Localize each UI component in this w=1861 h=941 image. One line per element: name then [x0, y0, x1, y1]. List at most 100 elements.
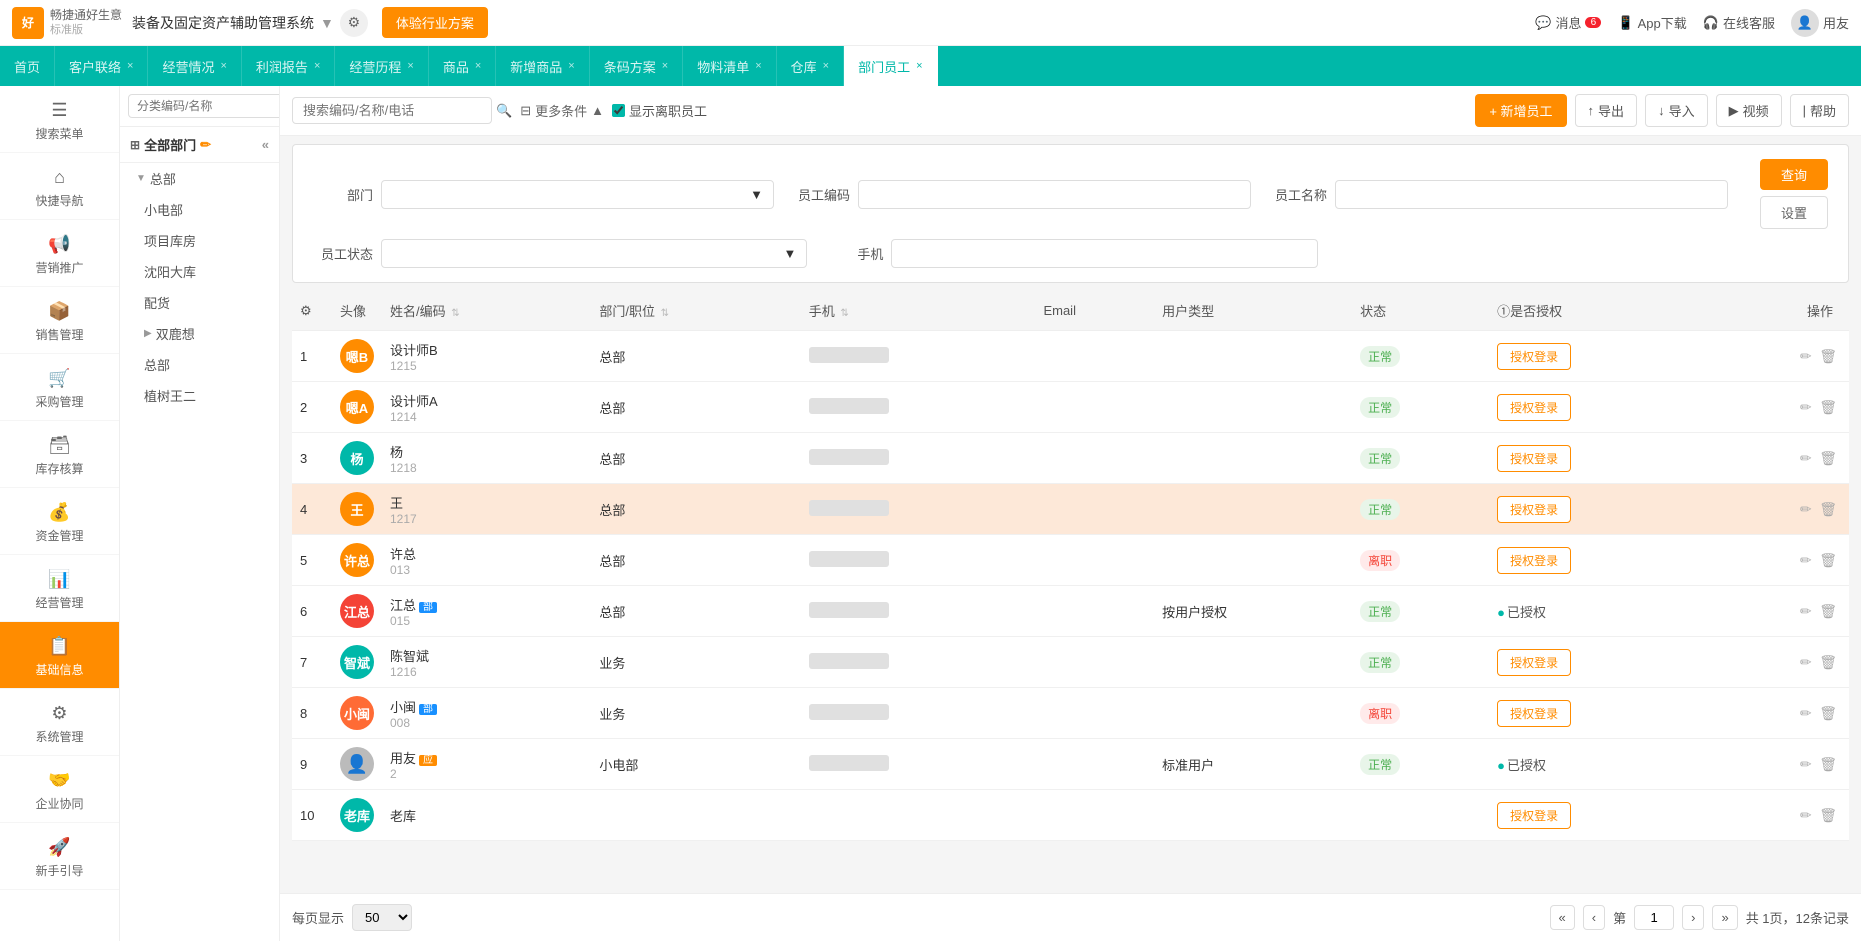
edit-button[interactable]: ✏	[1800, 654, 1812, 670]
sidebar-item-inventory[interactable]: 🗃库存核算	[0, 421, 119, 488]
col-name[interactable]: 姓名/编码 ⇅	[382, 291, 591, 331]
export-button[interactable]: ↑ 导出	[1575, 94, 1638, 127]
auth-button[interactable]: 授权登录	[1497, 649, 1571, 676]
nav-tab-经营历程[interactable]: 经营历程 ×	[335, 46, 428, 86]
edit-button[interactable]: ✏	[1800, 348, 1812, 364]
auth-button[interactable]: 授权登录	[1497, 802, 1571, 829]
nav-tab-部门员工[interactable]: 部门员工 ×	[844, 46, 937, 86]
edit-button[interactable]: ✏	[1800, 603, 1812, 619]
phone-sort-icon: ⇅	[840, 308, 848, 319]
dept-select[interactable]: ▼	[381, 180, 774, 209]
col-settings[interactable]: ⚙	[292, 291, 332, 331]
search-input[interactable]	[292, 97, 492, 124]
user-area[interactable]: 👤 用友	[1791, 9, 1849, 37]
col-dept[interactable]: 部门/职位 ⇅	[591, 291, 800, 331]
delete-button[interactable]: 🗑	[1819, 399, 1837, 415]
nav-tab-经营情况[interactable]: 经营情况 ×	[148, 46, 241, 86]
tree-node-配货[interactable]: 配货	[120, 287, 279, 318]
tree-edit-icon[interactable]: ✏	[200, 137, 211, 153]
next-page-button[interactable]: ›	[1682, 905, 1704, 930]
title-dropdown[interactable]: ▼	[320, 15, 334, 31]
sidebar-item-enterprise[interactable]: 🤝企业协同	[0, 756, 119, 823]
nav-tab-新增商品[interactable]: 新增商品 ×	[496, 46, 589, 86]
first-page-button[interactable]: «	[1550, 905, 1575, 930]
nav-tab-首页[interactable]: 首页	[0, 46, 55, 86]
edit-button[interactable]: ✏	[1800, 552, 1812, 568]
delete-button[interactable]: 🗑	[1819, 348, 1837, 364]
avatar: 嗯A	[340, 390, 374, 424]
per-page-select[interactable]: 50 20 100	[352, 904, 412, 931]
last-page-button[interactable]: »	[1712, 905, 1737, 930]
delete-button[interactable]: 🗑	[1819, 603, 1837, 619]
status-select[interactable]: ▼	[381, 239, 807, 268]
tree-node-项目库房[interactable]: 项目库房	[120, 225, 279, 256]
nav-tab-条码方案[interactable]: 条码方案 ×	[590, 46, 683, 86]
tree-node-双鹿想[interactable]: ▶双鹿想	[120, 318, 279, 349]
delete-button[interactable]: 🗑	[1819, 756, 1837, 772]
experience-button[interactable]: 体验行业方案	[382, 7, 488, 38]
show-former-checkbox[interactable]: 显示离职员工	[612, 101, 707, 120]
nav-tabs: 首页客户联络 ×经营情况 ×利润报告 ×经营历程 ×商品 ×新增商品 ×条码方案…	[0, 46, 1861, 86]
video-button[interactable]: ▶ 视频	[1716, 94, 1782, 127]
query-button[interactable]: 查询	[1760, 159, 1828, 190]
emp-name-input[interactable]	[1335, 180, 1728, 209]
edit-button[interactable]: ✏	[1800, 450, 1812, 466]
edit-button[interactable]: ✏	[1800, 501, 1812, 517]
more-conditions-button[interactable]: ⊟ 更多条件 ▲	[520, 101, 604, 120]
sidebar-item-quick-nav[interactable]: ⌂快捷导航	[0, 153, 119, 220]
nav-tab-利润报告[interactable]: 利润报告 ×	[242, 46, 335, 86]
emp-code-input[interactable]	[858, 180, 1251, 209]
tree-node-沈阳大库[interactable]: 沈阳大库	[120, 256, 279, 287]
tree-collapse-icon[interactable]: «	[262, 137, 269, 152]
auth-button[interactable]: 授权登录	[1497, 700, 1571, 727]
page-number-input[interactable]	[1634, 905, 1674, 930]
sidebar-item-system[interactable]: ⚙系统管理	[0, 689, 119, 756]
sidebar-item-purchase[interactable]: 🛒采购管理	[0, 354, 119, 421]
edit-button[interactable]: ✏	[1800, 399, 1812, 415]
search-icon[interactable]: 🔍	[496, 103, 512, 119]
nav-tab-仓库[interactable]: 仓库 ×	[777, 46, 844, 86]
messages-button[interactable]: 💬 消息 6	[1535, 13, 1601, 32]
delete-button[interactable]: 🗑	[1819, 450, 1837, 466]
auth-button[interactable]: 授权登录	[1497, 445, 1571, 472]
tree-node-总部[interactable]: ▼总部	[120, 163, 279, 194]
add-employee-button[interactable]: + 新增员工	[1475, 94, 1566, 127]
sidebar-item-finance[interactable]: 💰资金管理	[0, 488, 119, 555]
auth-button[interactable]: 授权登录	[1497, 343, 1571, 370]
edit-button[interactable]: ✏	[1800, 705, 1812, 721]
settings-button[interactable]: ⚙	[340, 9, 368, 37]
nav-tab-客户联络[interactable]: 客户联络 ×	[55, 46, 148, 86]
tree-search-input[interactable]	[128, 94, 280, 118]
settings-icon: ⚙	[300, 303, 312, 318]
sidebar-item-marketing[interactable]: 📢营销推广	[0, 220, 119, 287]
delete-button[interactable]: 🗑	[1819, 501, 1837, 517]
help-button[interactable]: | 帮助	[1790, 94, 1849, 127]
nav-tab-商品[interactable]: 商品 ×	[429, 46, 496, 86]
online-service-button[interactable]: 🎧 在线客服	[1703, 13, 1775, 32]
app-download-button[interactable]: 📱 App下载	[1617, 13, 1686, 32]
sidebar-item-sales[interactable]: 📦销售管理	[0, 287, 119, 354]
sidebar-item-operations[interactable]: 📊经营管理	[0, 555, 119, 622]
edit-button[interactable]: ✏	[1800, 756, 1812, 772]
sidebar-item-search[interactable]: ☰搜索菜单	[0, 86, 119, 153]
sidebar-item-basic[interactable]: 📋基础信息	[0, 622, 119, 689]
import-button[interactable]: ↓ 导入	[1645, 94, 1708, 127]
row-number: 2	[300, 400, 307, 415]
sidebar-item-guide[interactable]: 🚀新手引导	[0, 823, 119, 890]
tree-node-总部[interactable]: 总部	[120, 349, 279, 380]
delete-button[interactable]: 🗑	[1819, 552, 1837, 568]
delete-button[interactable]: 🗑	[1819, 705, 1837, 721]
col-phone[interactable]: 手机 ⇅	[801, 291, 1036, 331]
auth-button[interactable]: 授权登录	[1497, 394, 1571, 421]
edit-button[interactable]: ✏	[1800, 807, 1812, 823]
tree-node-植树王二[interactable]: 植树王二	[120, 380, 279, 411]
set-button[interactable]: 设置	[1760, 196, 1828, 229]
nav-tab-物料清单[interactable]: 物料清单 ×	[683, 46, 776, 86]
delete-button[interactable]: 🗑	[1819, 654, 1837, 670]
delete-button[interactable]: 🗑	[1819, 807, 1837, 823]
auth-button[interactable]: 授权登录	[1497, 547, 1571, 574]
tree-node-小电部[interactable]: 小电部	[120, 194, 279, 225]
auth-button[interactable]: 授权登录	[1497, 496, 1571, 523]
prev-page-button[interactable]: ‹	[1583, 905, 1605, 930]
phone-input[interactable]	[891, 239, 1317, 268]
